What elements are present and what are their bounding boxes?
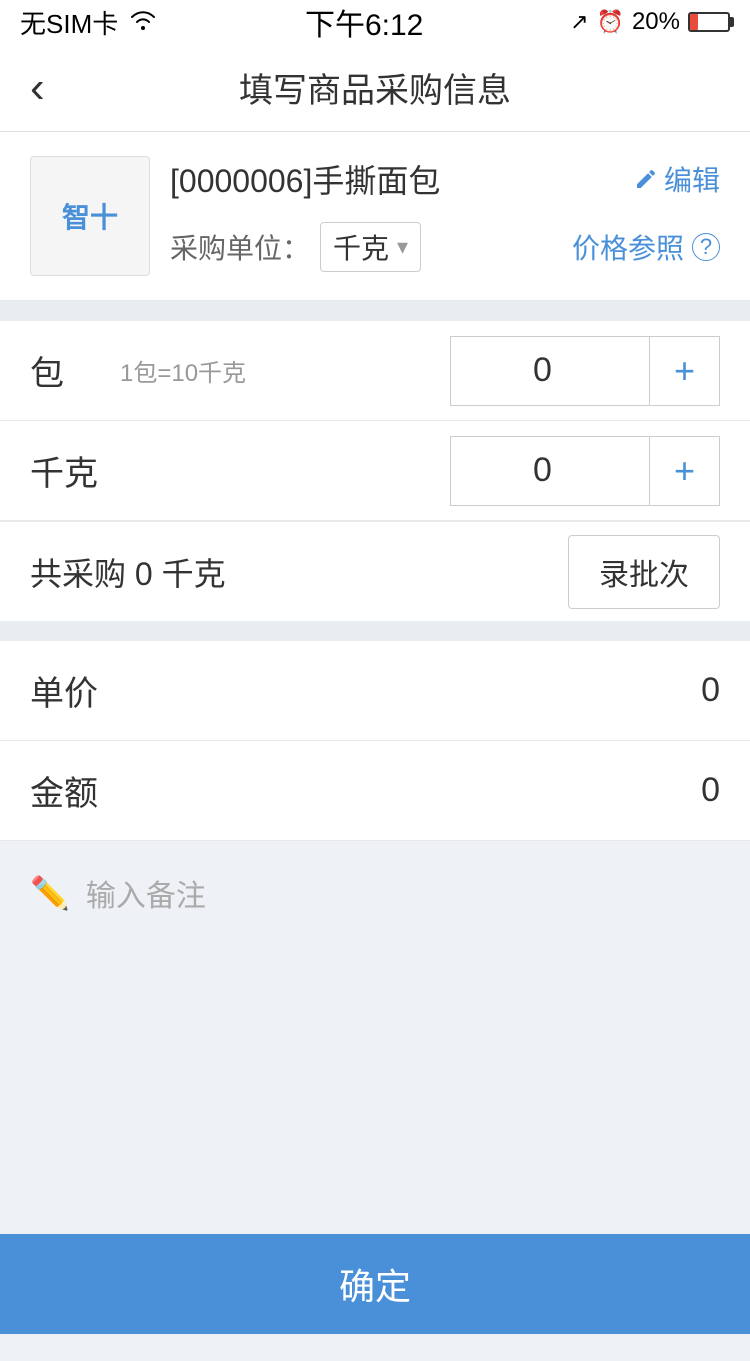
pencil-icon: ✏️ <box>30 874 70 912</box>
input-section: 包 1包=10千克 + 千克 + 共采购 0 千克 录批次 <box>0 321 750 621</box>
edit-button[interactable]: 编辑 <box>634 159 720 199</box>
unit-select[interactable]: 千克 ▾ <box>320 222 421 272</box>
battery-percentage: 20% <box>632 8 680 36</box>
bag-input-row: 包 1包=10千克 + <box>0 321 750 421</box>
status-left: 无SIM卡 <box>20 4 158 41</box>
unit-label: 采购单位： <box>170 227 310 267</box>
bag-plus-button[interactable]: + <box>650 336 720 406</box>
product-image: 智十 <box>30 156 150 276</box>
bag-sub-label: 1包=10千克 <box>120 353 450 388</box>
section-divider-1 <box>0 301 750 321</box>
product-info: [0000006]手撕面包 编辑 采购单位： 千克 ▾ 价格参照 ? <box>170 156 720 272</box>
kg-input-row: 千克 + <box>0 421 750 521</box>
unit-price-value: 0 <box>701 671 720 710</box>
nav-bar: ‹ 填写商品采购信息 <box>0 44 750 132</box>
bag-label: 包 <box>30 346 110 395</box>
status-time: 下午6:12 <box>305 0 423 44</box>
price-section: 单价 0 金额 0 <box>0 641 750 841</box>
battery-icon <box>688 12 730 32</box>
kg-input-control: + <box>450 436 720 506</box>
section-divider-2 <box>0 621 750 641</box>
status-bar: 无SIM卡 下午6:12 ↗ ⏰ 20% <box>0 0 750 44</box>
kg-plus-button[interactable]: + <box>650 436 720 506</box>
unit-row: 采购单位： 千克 ▾ 价格参照 ? <box>170 222 720 272</box>
product-logo: 智十 <box>62 196 118 236</box>
amount-label: 金额 <box>30 766 98 815</box>
unit-price-row: 单价 0 <box>0 641 750 741</box>
bag-input-control: + <box>450 336 720 406</box>
wifi-icon <box>128 7 158 38</box>
batch-button[interactable]: 录批次 <box>568 535 720 609</box>
price-ref-button[interactable]: 价格参照 ? <box>572 227 720 267</box>
page-title: 填写商品采购信息 <box>239 63 511 112</box>
note-placeholder: 输入备注 <box>86 871 206 915</box>
amount-row: 金额 0 <box>0 741 750 841</box>
location-icon: ↗ <box>570 9 588 35</box>
confirm-button[interactable]: 确定 <box>0 1234 750 1334</box>
bag-quantity-input[interactable] <box>450 336 650 406</box>
chevron-down-icon: ▾ <box>397 234 408 260</box>
kg-label: 千克 <box>30 446 110 495</box>
summary-text: 共采购 0 千克 <box>30 549 226 595</box>
product-name-row: [0000006]手撕面包 编辑 <box>170 156 720 202</box>
carrier-text: 无SIM卡 <box>20 4 118 41</box>
unit-price-label: 单价 <box>30 666 98 715</box>
product-card: 智十 [0000006]手撕面包 编辑 采购单位： 千克 ▾ <box>0 132 750 301</box>
note-section: ✏️ 输入备注 <box>0 841 750 1041</box>
edit-icon <box>634 167 658 191</box>
help-icon: ? <box>692 233 720 261</box>
alarm-icon: ⏰ <box>597 9 624 35</box>
back-button[interactable]: ‹ <box>30 66 45 110</box>
amount-value: 0 <box>701 771 720 810</box>
summary-row: 共采购 0 千克 录批次 <box>0 521 750 621</box>
kg-quantity-input[interactable] <box>450 436 650 506</box>
product-name: [0000006]手撕面包 <box>170 156 440 202</box>
note-input-area[interactable]: ✏️ 输入备注 <box>30 871 720 915</box>
status-right: ↗ ⏰ 20% <box>570 8 730 36</box>
